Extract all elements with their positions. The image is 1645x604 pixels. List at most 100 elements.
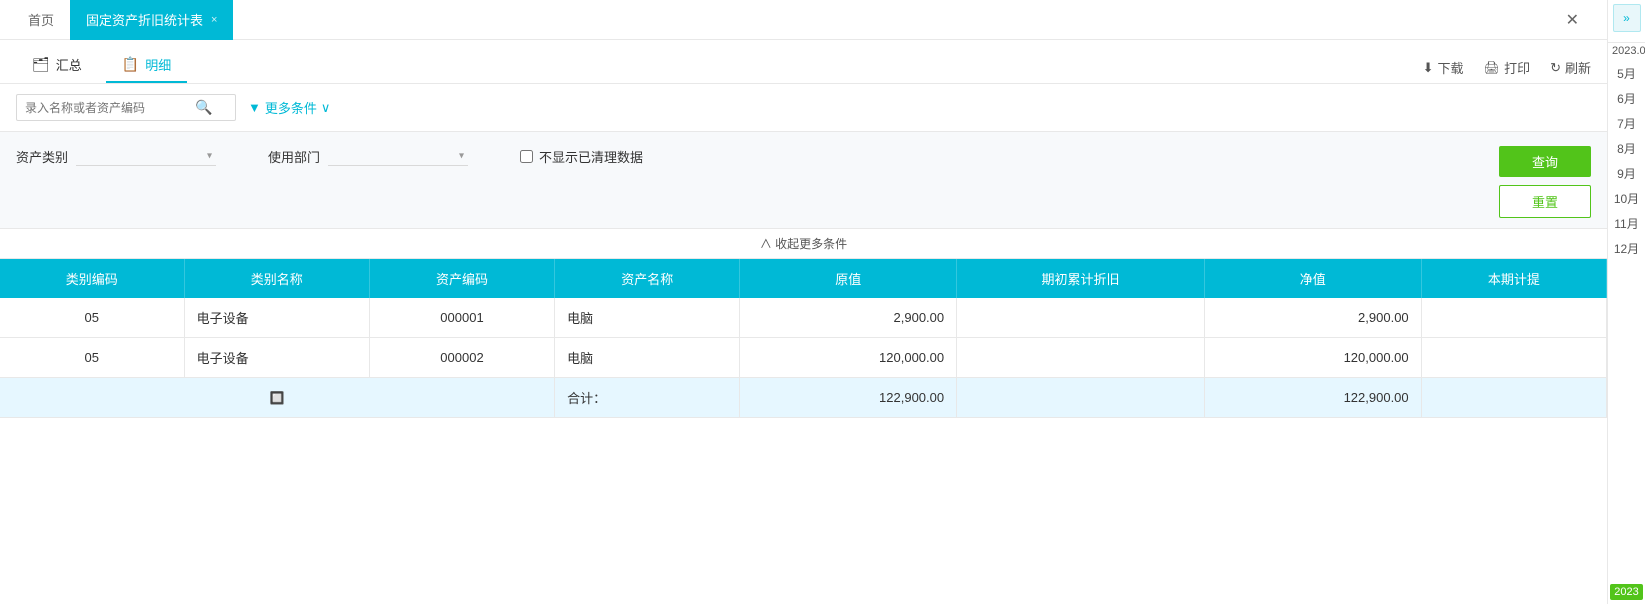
tab-close-icon[interactable]: × xyxy=(211,14,217,26)
download-button[interactable]: ⬇ 下载 xyxy=(1423,58,1464,77)
search-input[interactable] xyxy=(25,101,195,115)
asset-category-select-wrap[interactable]: ▾ xyxy=(76,146,216,166)
table-row: 05 电子设备 000002 电脑 120,000.00 120,000.00 xyxy=(0,338,1607,378)
detail-icon: 📋 xyxy=(122,56,139,73)
department-select[interactable] xyxy=(328,146,468,166)
cell-net-value: 120,000.00 xyxy=(1204,338,1421,378)
tab-summary-label: 汇总 xyxy=(56,55,82,74)
total-label: 合计： xyxy=(555,378,740,418)
filter-bar: 🔍 ▼ 更多条件 ∨ xyxy=(0,84,1607,132)
table-row: 05 电子设备 000001 电脑 2,900.00 2,900.00 xyxy=(0,298,1607,338)
refresh-label: 刷新 xyxy=(1565,58,1591,77)
exclude-cleared-label: 不显示已清理数据 xyxy=(539,147,643,166)
tab-detail[interactable]: 📋 明细 xyxy=(106,47,187,83)
sidebar-month-item[interactable]: 10月 xyxy=(1612,186,1641,211)
asset-category-select[interactable] xyxy=(76,146,216,166)
sidebar-month-item[interactable]: 8月 xyxy=(1612,136,1641,161)
total-current-depr xyxy=(1421,378,1606,418)
query-button[interactable]: 查询 xyxy=(1499,146,1591,177)
col-asset-code: 资产编码 xyxy=(369,259,554,298)
download-icon: ⬇ xyxy=(1423,60,1434,76)
search-icon[interactable]: 🔍 xyxy=(195,99,212,116)
cell-category-name: 电子设备 xyxy=(184,338,369,378)
tab-label: 固定资产折旧统计表 xyxy=(86,10,203,29)
col-category-name: 类别名称 xyxy=(184,259,369,298)
cell-current-depr xyxy=(1421,298,1606,338)
download-label: 下载 xyxy=(1438,58,1464,77)
table-header-row: 类别编码 类别名称 资产编码 资产名称 原值 期初累计折旧 净值 本期计提 xyxy=(0,259,1607,298)
collapse-icon: ∧ xyxy=(760,237,775,251)
asset-category-label: 资产类别 xyxy=(16,147,68,166)
sidebar-date-label: 2023.01 xyxy=(1608,42,1645,59)
window-close-button[interactable]: ✕ xyxy=(1550,10,1595,30)
top-nav: 首页 固定资产折旧统计表 × ✕ xyxy=(0,0,1607,40)
cell-asset-code: 000001 xyxy=(369,298,554,338)
col-category-code: 类别编码 xyxy=(0,259,184,298)
cell-current-depr xyxy=(1421,338,1606,378)
right-sidebar: » 2023.01 5月6月7月8月9月10月11月12月 2023 xyxy=(1607,0,1645,604)
filter-actions: 查询 重置 xyxy=(1499,146,1591,218)
search-input-wrap[interactable]: 🔍 xyxy=(16,94,236,121)
tab-summary[interactable]: 🗂 汇总 xyxy=(16,47,98,83)
collapse-bar[interactable]: ∧ 收起更多条件 xyxy=(0,229,1607,259)
filter-icon: ▼ xyxy=(248,100,261,115)
print-button[interactable]: 🖨 打印 xyxy=(1484,58,1531,77)
cell-accum-depr xyxy=(957,298,1205,338)
department-filter: 使用部门 ▾ xyxy=(268,146,468,166)
cell-original: 120,000.00 xyxy=(740,338,957,378)
cell-category-code: 05 xyxy=(0,338,184,378)
main-table: 类别编码 类别名称 资产编码 资产名称 原值 期初累计折旧 净值 本期计提 05… xyxy=(0,259,1607,418)
sidebar-month-item[interactable]: 5月 xyxy=(1612,61,1641,86)
reset-button[interactable]: 重置 xyxy=(1499,185,1591,218)
col-accum-depr: 期初累计折旧 xyxy=(957,259,1205,298)
total-accum-depr xyxy=(957,378,1205,418)
department-label: 使用部门 xyxy=(268,147,320,166)
exclude-cleared-checkbox[interactable] xyxy=(520,150,533,163)
tab-detail-label: 明细 xyxy=(145,55,171,74)
toolbar-right: ⬇ 下载 🖨 打印 ↻ 刷新 xyxy=(1423,58,1591,83)
cell-original: 2,900.00 xyxy=(740,298,957,338)
cell-category-code: 05 xyxy=(0,298,184,338)
total-row: 🔲 合计： 122,900.00 122,900.00 xyxy=(0,378,1607,418)
cell-category-name: 电子设备 xyxy=(184,298,369,338)
col-current-depr: 本期计提 xyxy=(1421,259,1606,298)
sidebar-months: 5月6月7月8月9月10月11月12月 xyxy=(1612,61,1641,261)
refresh-button[interactable]: ↻ 刷新 xyxy=(1550,58,1591,77)
department-select-wrap[interactable]: ▾ xyxy=(328,146,468,166)
cell-asset-name: 电脑 xyxy=(555,298,740,338)
sidebar-year-badge: 2023 xyxy=(1610,584,1642,600)
table-container: 类别编码 类别名称 资产编码 资产名称 原值 期初累计折旧 净值 本期计提 05… xyxy=(0,259,1607,604)
active-tab[interactable]: 固定资产折旧统计表 × xyxy=(70,0,233,40)
sub-tabs-bar: 🗂 汇总 📋 明细 ⬇ 下载 🖨 打印 ↻ 刷新 xyxy=(0,40,1607,84)
more-conditions-label: 更多条件 xyxy=(265,98,317,117)
col-original: 原值 xyxy=(740,259,957,298)
sidebar-month-item[interactable]: 7月 xyxy=(1612,111,1641,136)
summary-icon: 🗂 xyxy=(32,56,50,73)
sidebar-month-item[interactable]: 11月 xyxy=(1612,211,1641,236)
total-icon: 🔲 xyxy=(0,378,555,418)
refresh-icon: ↻ xyxy=(1550,60,1561,76)
exclude-cleared-item: 不显示已清理数据 xyxy=(520,147,643,166)
home-nav[interactable]: 首页 xyxy=(12,10,70,29)
print-label: 打印 xyxy=(1504,58,1530,77)
cell-net-value: 2,900.00 xyxy=(1204,298,1421,338)
sidebar-month-item[interactable]: 12月 xyxy=(1612,236,1641,261)
expanded-filter: 资产类别 ▾ 使用部门 ▾ 不显示已清理数 xyxy=(0,132,1607,229)
col-asset-name: 资产名称 xyxy=(555,259,740,298)
col-net-value: 净值 xyxy=(1204,259,1421,298)
print-icon: 🖨 xyxy=(1484,60,1501,76)
collapse-label: 收起更多条件 xyxy=(775,237,847,251)
sidebar-month-item[interactable]: 6月 xyxy=(1612,86,1641,111)
total-original: 122,900.00 xyxy=(740,378,957,418)
cell-asset-name: 电脑 xyxy=(555,338,740,378)
cell-accum-depr xyxy=(957,338,1205,378)
cell-asset-code: 000002 xyxy=(369,338,554,378)
more-conditions-button[interactable]: ▼ 更多条件 ∨ xyxy=(248,98,330,117)
chevron-down-icon: ∨ xyxy=(321,100,331,116)
asset-category-filter: 资产类别 ▾ xyxy=(16,146,216,166)
expand-icon: » xyxy=(1623,11,1630,25)
filter-row-1: 资产类别 ▾ 使用部门 ▾ 不显示已清理数 xyxy=(16,146,643,166)
total-net-value: 122,900.00 xyxy=(1204,378,1421,418)
sidebar-expand-button[interactable]: » xyxy=(1613,4,1641,32)
sidebar-month-item[interactable]: 9月 xyxy=(1612,161,1641,186)
